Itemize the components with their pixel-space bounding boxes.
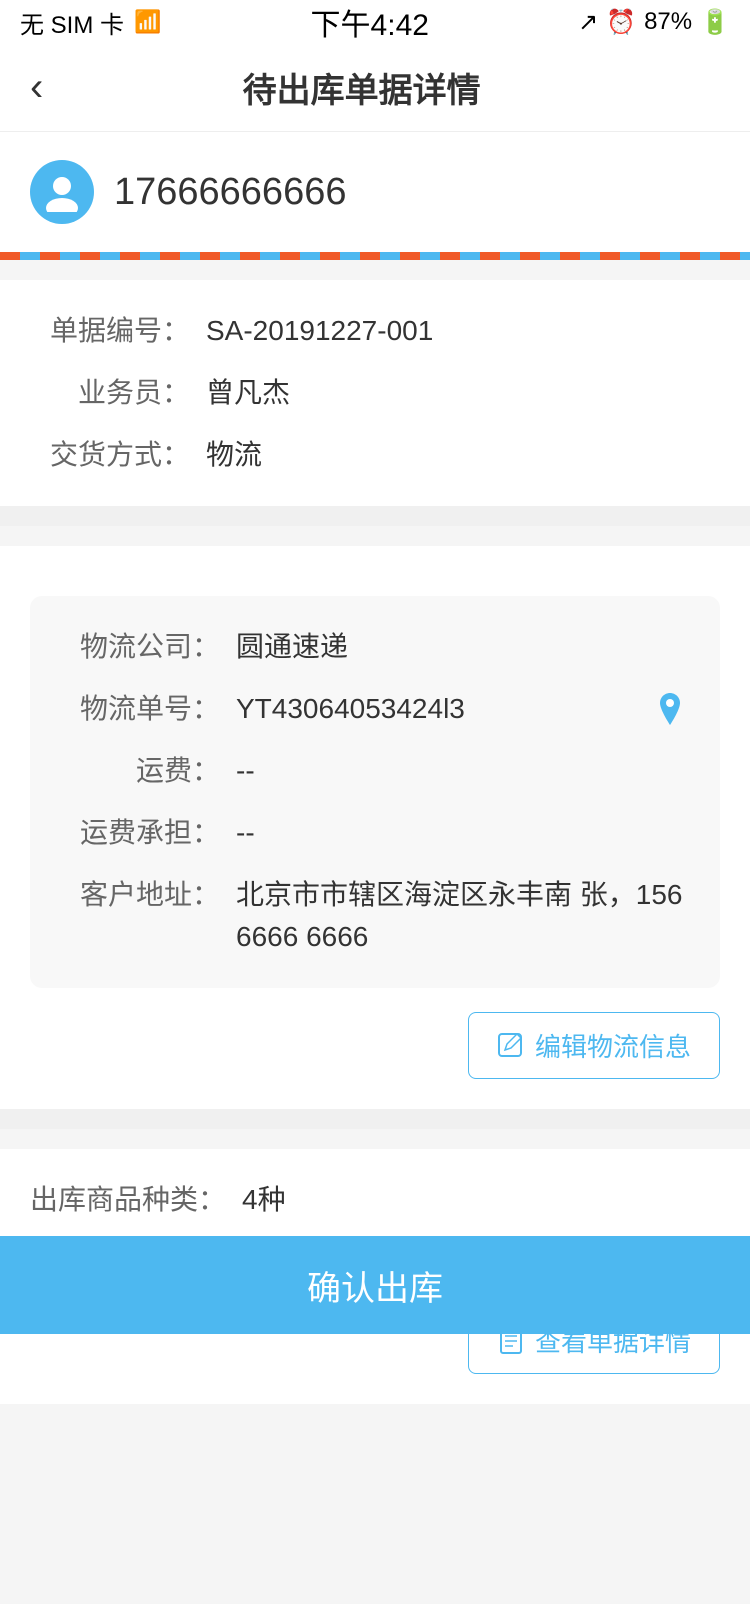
salesman-label: 业务员： bbox=[30, 372, 190, 414]
order-info-section: 单据编号： SA-20191227-001 业务员： 曾凡杰 交货方式： 物流 bbox=[0, 280, 750, 506]
goods-types-row: 出库商品种类： 4种 bbox=[30, 1179, 720, 1221]
delivery-label: 交货方式： bbox=[30, 434, 190, 476]
delivery-row: 交货方式： 物流 bbox=[30, 434, 720, 476]
freight-label: 运费： bbox=[60, 750, 220, 792]
status-time: 下午4:42 bbox=[311, 0, 429, 44]
status-bar: 无 SIM 卡 📶 下午4:42 ↗ ⏰ 87% 🔋 bbox=[0, 0, 750, 44]
goods-types-value: 4种 bbox=[242, 1179, 720, 1221]
customer-phone: 17666666666 bbox=[114, 171, 346, 214]
freight-bearer-label: 运费承担： bbox=[60, 812, 220, 854]
dashed-divider bbox=[0, 252, 750, 260]
edit-btn-row: 编辑物流信息 bbox=[30, 1012, 720, 1079]
freight-bearer-value: -- bbox=[236, 812, 690, 854]
status-right: ↗ ⏰ 87% 🔋 bbox=[578, 8, 730, 37]
page-title: 待出库单据详情 bbox=[63, 63, 660, 112]
order-number-value: SA-20191227-001 bbox=[206, 310, 720, 352]
avatar bbox=[30, 160, 94, 224]
nav-bar: ‹ 待出库单据详情 bbox=[0, 44, 750, 132]
confirm-button-label: 确认出库 bbox=[307, 1261, 443, 1310]
freight-row: 运费： -- bbox=[60, 750, 690, 792]
section-separator-2 bbox=[0, 1109, 750, 1129]
salesman-row: 业务员： 曾凡杰 bbox=[30, 372, 720, 414]
address-value: 北京市市辖区海淀区永丰南 张，156 6666 6666 bbox=[236, 874, 690, 958]
confirm-bar[interactable]: 确认出库 bbox=[0, 1236, 750, 1334]
logistics-card: 物流公司： 圆通速递 物流单号： YT43064053424l3 运费： -- … bbox=[30, 596, 720, 988]
address-row: 客户地址： 北京市市辖区海淀区永丰南 张，156 6666 6666 bbox=[60, 874, 690, 958]
user-icon bbox=[42, 172, 82, 212]
status-left: 无 SIM 卡 📶 bbox=[20, 5, 161, 40]
goods-types-label: 出库商品种类： bbox=[30, 1179, 226, 1221]
order-number-label: 单据编号： bbox=[30, 310, 190, 352]
edit-logistics-label: 编辑物流信息 bbox=[535, 1027, 691, 1064]
tracking-value: YT43064053424l3 bbox=[236, 688, 634, 730]
back-button[interactable]: ‹ bbox=[30, 65, 43, 110]
wifi-icon: 📶 bbox=[134, 9, 161, 35]
logistics-company-label: 物流公司： bbox=[60, 626, 220, 668]
freight-bearer-row: 运费承担： -- bbox=[60, 812, 690, 854]
address-label: 客户地址： bbox=[60, 874, 220, 916]
map-pin-icon[interactable] bbox=[650, 689, 690, 729]
section-separator-1 bbox=[0, 506, 750, 526]
alarm-icon: ⏰ bbox=[606, 8, 636, 37]
tracking-label: 物流单号： bbox=[60, 688, 220, 730]
tracking-row: 物流单号： YT43064053424l3 bbox=[60, 688, 690, 730]
logistics-company-row: 物流公司： 圆通速递 bbox=[60, 626, 690, 668]
logistics-company-value: 圆通速递 bbox=[236, 626, 690, 668]
freight-value: -- bbox=[236, 750, 690, 792]
delivery-value: 物流 bbox=[206, 434, 720, 476]
battery-text: 87% bbox=[644, 8, 692, 36]
customer-header: 17666666666 bbox=[0, 132, 750, 252]
carrier-text: 无 SIM 卡 bbox=[20, 5, 124, 40]
bottom-spacer bbox=[0, 1404, 750, 1604]
logistics-section: 物流公司： 圆通速递 物流单号： YT43064053424l3 运费： -- … bbox=[0, 546, 750, 1109]
edit-logistics-button[interactable]: 编辑物流信息 bbox=[468, 1012, 720, 1079]
salesman-value: 曾凡杰 bbox=[206, 372, 720, 414]
order-number-row: 单据编号： SA-20191227-001 bbox=[30, 310, 720, 352]
edit-icon bbox=[497, 1032, 525, 1060]
battery-icon: 🔋 bbox=[700, 8, 730, 37]
location-icon: ↗ bbox=[578, 8, 598, 37]
